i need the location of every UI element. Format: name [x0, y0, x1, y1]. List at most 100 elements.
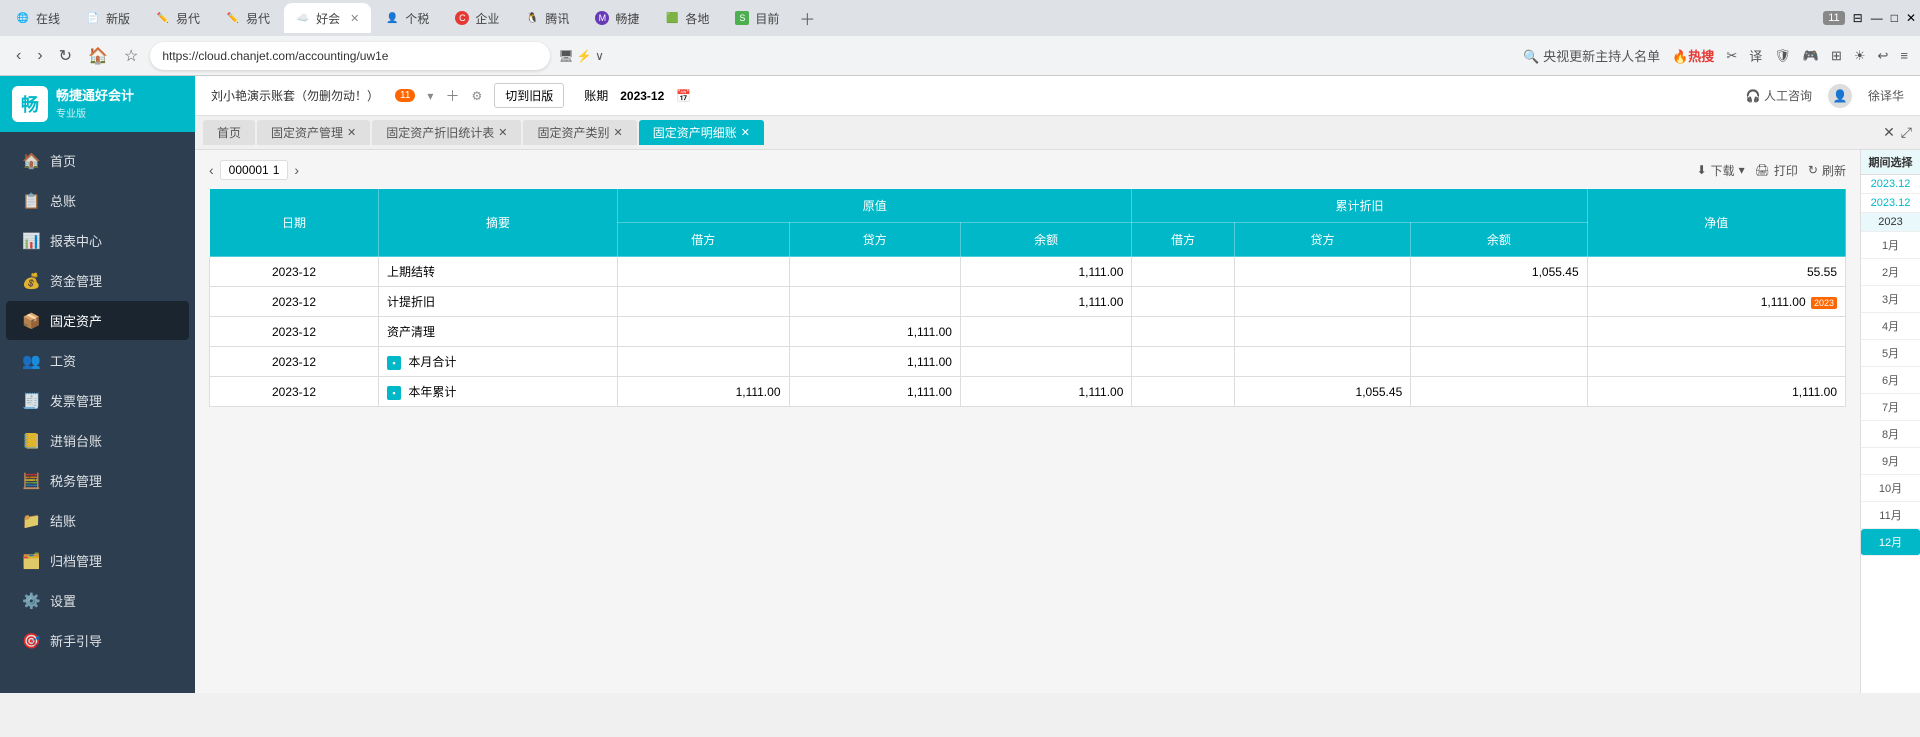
- undo-icon[interactable]: ↩: [1878, 48, 1889, 64]
- sidebar-item-guide[interactable]: 🎯 新手引导: [6, 621, 189, 660]
- period-label: 账期: [584, 87, 608, 104]
- row4-orig-debit: [618, 347, 789, 377]
- period-month-3[interactable]: 3月: [1861, 286, 1920, 313]
- calendar-icon[interactable]: 📅: [676, 89, 691, 103]
- period-month-6[interactable]: 6月: [1861, 367, 1920, 394]
- translate-icon[interactable]: 译: [1749, 46, 1762, 65]
- sidebar-label-invoice: 发票管理: [50, 391, 102, 410]
- row3-accum-debit: [1132, 317, 1234, 347]
- tab-asset-detail-ledger[interactable]: 固定资产明细账 ✕: [639, 120, 764, 145]
- browser-tab-changjie[interactable]: M 畅捷: [583, 3, 651, 33]
- browser-tab-tencent[interactable]: 🐧 腾讯: [513, 3, 581, 33]
- period-year-2023[interactable]: 2023: [1861, 213, 1920, 232]
- reload-button[interactable]: ↻: [55, 44, 76, 68]
- browser-tab-muqian[interactable]: S 目前: [723, 3, 791, 33]
- sidebar-label-funds: 资金管理: [50, 271, 102, 290]
- search-icon[interactable]: 🔍 央视更新主持人名单: [1523, 46, 1660, 65]
- row2-accum-credit: [1234, 287, 1410, 317]
- period-date-start[interactable]: 2023.12: [1861, 175, 1920, 194]
- period-value: 2023-12: [620, 89, 664, 103]
- tab-close-haohui[interactable]: ✕: [350, 12, 359, 25]
- maximize-icon[interactable]: □: [1891, 11, 1898, 25]
- prev-page-button[interactable]: ‹: [209, 162, 214, 178]
- period-month-12[interactable]: 12月: [1861, 529, 1920, 556]
- back-button[interactable]: ‹: [12, 45, 25, 67]
- browser-tab-geshui[interactable]: 👤 个税: [373, 3, 441, 33]
- home-button[interactable]: 🏠: [84, 44, 112, 68]
- refresh-button[interactable]: ↻ 刷新: [1808, 162, 1846, 179]
- close-window-icon[interactable]: ✕: [1906, 11, 1916, 25]
- sidebar-item-close[interactable]: 📁 结账: [6, 501, 189, 540]
- row2-orig-credit: [789, 287, 960, 317]
- browser-tab-haohui[interactable]: ☁️ 好会 ✕: [284, 3, 371, 33]
- download-button[interactable]: ⬇ 下载 ▾: [1697, 162, 1745, 179]
- browser-tab-yidai1[interactable]: ✏️ 易代: [144, 3, 212, 33]
- next-page-button[interactable]: ›: [294, 162, 299, 178]
- new-tab-button[interactable]: ＋: [793, 6, 821, 30]
- period-month-7[interactable]: 7月: [1861, 394, 1920, 421]
- period-panel-spacer: [1861, 556, 1920, 576]
- sidebar-item-archive[interactable]: 🗂️ 归档管理: [6, 541, 189, 580]
- sidebar-item-invoice[interactable]: 🧾 发票管理: [6, 381, 189, 420]
- settings-gear-icon[interactable]: ⚙: [471, 89, 482, 103]
- period-month-2[interactable]: 2月: [1861, 259, 1920, 286]
- period-month-4[interactable]: 4月: [1861, 313, 1920, 340]
- tab-fixed-asset-mgmt[interactable]: 固定资产管理 ✕: [257, 120, 370, 145]
- print-button[interactable]: 🖨 打印: [1755, 162, 1798, 179]
- sidebar-item-purchase-sales[interactable]: 📒 进销台账: [6, 421, 189, 460]
- period-month-9[interactable]: 9月: [1861, 448, 1920, 475]
- sidebar-item-general-ledger[interactable]: 📋 总账: [6, 181, 189, 220]
- period-date-end[interactable]: 2023.12: [1861, 194, 1920, 213]
- tab-close-fixed-asset-mgmt[interactable]: ✕: [347, 126, 356, 139]
- period-month-8[interactable]: 8月: [1861, 421, 1920, 448]
- browser-tab-qiye[interactable]: C 企业: [443, 3, 511, 33]
- minimize-icon[interactable]: —: [1871, 11, 1883, 25]
- period-month-5[interactable]: 5月: [1861, 340, 1920, 367]
- tab-close-depreciation-stats[interactable]: ✕: [498, 126, 507, 139]
- account-badge: 11: [395, 89, 415, 102]
- sidebar-item-tax[interactable]: 🧮 税务管理: [6, 461, 189, 500]
- switch-to-old-button[interactable]: 切到旧版: [494, 83, 564, 108]
- address-input[interactable]: [150, 42, 550, 70]
- forward-button[interactable]: ›: [33, 45, 46, 67]
- sidebar-item-funds[interactable]: 💰 资金管理: [6, 261, 189, 300]
- tab-panel-expand-icon[interactable]: ⤢: [1901, 124, 1912, 141]
- theme-icon[interactable]: ☀: [1854, 48, 1866, 64]
- game-icon[interactable]: 🎮: [1803, 48, 1819, 64]
- tab-count-badge: 11: [1823, 11, 1844, 25]
- sidebar-item-reports[interactable]: 📊 报表中心: [6, 221, 189, 260]
- dropdown-arrow-icon[interactable]: ▾: [427, 89, 433, 103]
- browser-tab-yidai2[interactable]: ✏️ 易代: [214, 3, 282, 33]
- shield-icon[interactable]: 🛡: [1774, 48, 1791, 64]
- row5-orig-credit: 1,111.00: [789, 377, 960, 407]
- grid-icon[interactable]: ⊞: [1831, 48, 1842, 64]
- user-avatar[interactable]: 👤: [1828, 84, 1852, 108]
- sidebar-item-fixed-assets[interactable]: 📦 固定资产: [6, 301, 189, 340]
- browser-tab-gedi[interactable]: 🟩 各地: [653, 3, 721, 33]
- customer-service-button[interactable]: 🎧 人工咨询: [1746, 87, 1812, 104]
- tab-home[interactable]: 首页: [203, 120, 255, 145]
- tab-panel-close-icon[interactable]: ✕: [1883, 124, 1895, 141]
- add-account-icon[interactable]: ＋: [445, 86, 459, 106]
- sidebar-item-salary[interactable]: 👥 工资: [6, 341, 189, 380]
- row4-orig-credit: 1,111.00: [789, 347, 960, 377]
- tab-close-asset-category[interactable]: ✕: [614, 126, 623, 139]
- tab-asset-detail-ledger-label: 固定资产明细账: [653, 124, 737, 141]
- th-orig-credit: 贷方: [789, 223, 960, 257]
- page-number: 1: [273, 163, 280, 177]
- browser-tab-online[interactable]: 🌐 在线: [4, 3, 72, 33]
- sidebar-item-home[interactable]: 🏠 首页: [6, 141, 189, 180]
- period-month-11[interactable]: 11月: [1861, 502, 1920, 529]
- scissors-icon[interactable]: ✂: [1726, 48, 1737, 64]
- period-month-1[interactable]: 1月: [1861, 232, 1920, 259]
- tab-layout-icon[interactable]: ⊟: [1853, 11, 1863, 25]
- period-month-10[interactable]: 10月: [1861, 475, 1920, 502]
- bookmark-button[interactable]: ☆: [120, 44, 142, 68]
- menu-icon[interactable]: ≡: [1900, 48, 1908, 63]
- tab-asset-category[interactable]: 固定资产类别 ✕: [523, 120, 636, 145]
- tab-depreciation-stats[interactable]: 固定资产折旧统计表 ✕: [372, 120, 521, 145]
- ledger-nav-icon: 📋: [22, 192, 40, 210]
- browser-tab-new[interactable]: 📄 新版: [74, 3, 142, 33]
- tab-close-asset-detail-ledger[interactable]: ✕: [741, 126, 750, 139]
- sidebar-item-settings[interactable]: ⚙️ 设置: [6, 581, 189, 620]
